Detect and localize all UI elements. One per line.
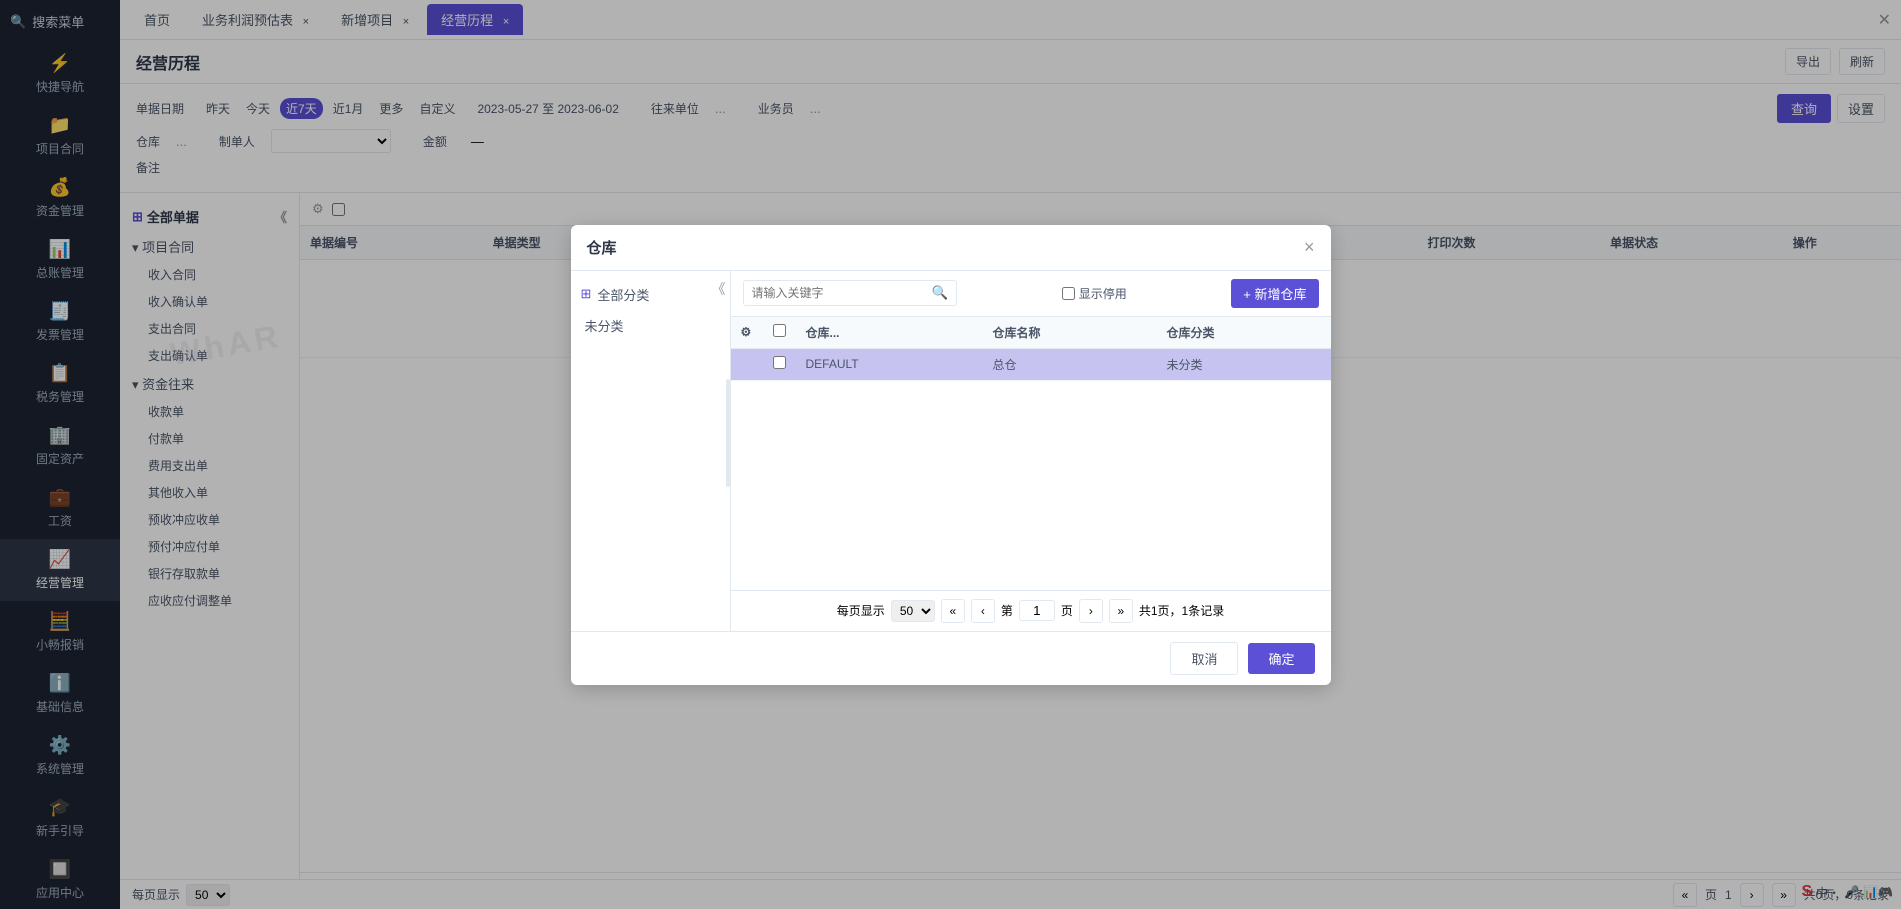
confirm-button[interactable]: 确定	[1248, 643, 1314, 674]
dialog-left-item-uncategorized[interactable]: 未分类	[571, 310, 730, 341]
dialog-per-page-select[interactable]: 50	[891, 600, 935, 622]
dialog-col-name: 仓库名称	[983, 317, 1157, 349]
dialog-right-panel: 🔍 显示停用 + 新增仓库 ⚙ 仓库... 仓库名称	[731, 271, 1331, 631]
dialog-row-checkbox[interactable]	[773, 356, 786, 369]
dialog-col-category: 仓库分类	[1157, 317, 1331, 349]
dialog-per-page-label: 每页显示	[837, 602, 885, 619]
dialog-page-next[interactable]: ›	[1079, 599, 1103, 623]
dialog-header: 仓库 ×	[571, 225, 1331, 271]
show-disabled-group: 显示停用	[1062, 285, 1127, 302]
show-disabled-label: 显示停用	[1079, 285, 1127, 302]
dialog-search: 🔍	[743, 280, 958, 306]
dialog-select-all[interactable]	[773, 324, 786, 337]
add-warehouse-button[interactable]: + 新增仓库	[1231, 279, 1318, 308]
all-category-label: 全部分类	[597, 285, 649, 304]
dialog-table-row[interactable]: DEFAULT 总仓 未分类	[731, 348, 1331, 380]
grid-icon: ⊞	[581, 286, 592, 302]
dialog-page-last[interactable]: »	[1109, 599, 1133, 623]
dialog-row-category: 未分类	[1157, 348, 1331, 380]
dialog-col-gear: ⚙	[731, 317, 763, 349]
dialog-close-btn[interactable]: ×	[1304, 237, 1315, 258]
dialog-scrollbar	[726, 379, 730, 487]
dialog-actions: 取消 确定	[571, 631, 1331, 685]
dialog-page-suffix: 页	[1061, 602, 1073, 619]
dialog-page-first[interactable]: «	[941, 599, 965, 623]
dialog-page-label: 第	[1001, 602, 1013, 619]
dialog-left-panel: ⊞ 全部分类 《 未分类	[571, 271, 731, 631]
dialog-total-text: 共1页，1条记录	[1139, 602, 1224, 619]
dialog-toolbar: 🔍 显示停用 + 新增仓库	[731, 271, 1331, 317]
dialog-pagination: 每页显示 50 « ‹ 第 页 › » 共1页，1条记录	[731, 590, 1331, 631]
dialog-search-input[interactable]	[744, 282, 924, 304]
dialog-table: ⚙ 仓库... 仓库名称 仓库分类 D	[731, 317, 1331, 381]
dialog-col-code: 仓库...	[796, 317, 983, 349]
warehouse-dialog: 仓库 × ⊞ 全部分类 《 未分类 🔍 显示	[571, 225, 1331, 685]
left-panel-collapse-btn[interactable]: 《	[712, 279, 726, 299]
dialog-table-wrapper: ⚙ 仓库... 仓库名称 仓库分类 D	[731, 317, 1331, 590]
dialog-search-btn[interactable]: 🔍	[924, 281, 957, 305]
dialog-table-header: ⚙ 仓库... 仓库名称 仓库分类	[731, 317, 1331, 349]
dialog-row-name: 总仓	[983, 348, 1157, 380]
dialog-page-input[interactable]	[1019, 600, 1055, 621]
dialog-row-check	[763, 348, 796, 380]
dialog-body: ⊞ 全部分类 《 未分类 🔍 显示停用 + 新增仓库	[571, 271, 1331, 631]
dialog-title: 仓库	[587, 237, 617, 258]
dialog-left-header[interactable]: ⊞ 全部分类	[571, 279, 730, 310]
dialog-page-prev[interactable]: ‹	[971, 599, 995, 623]
cancel-button[interactable]: 取消	[1170, 642, 1238, 675]
dialog-row-code: DEFAULT	[796, 348, 983, 380]
dialog-row-gear	[731, 348, 763, 380]
show-disabled-checkbox[interactable]	[1062, 287, 1075, 300]
dialog-col-check	[763, 317, 796, 349]
